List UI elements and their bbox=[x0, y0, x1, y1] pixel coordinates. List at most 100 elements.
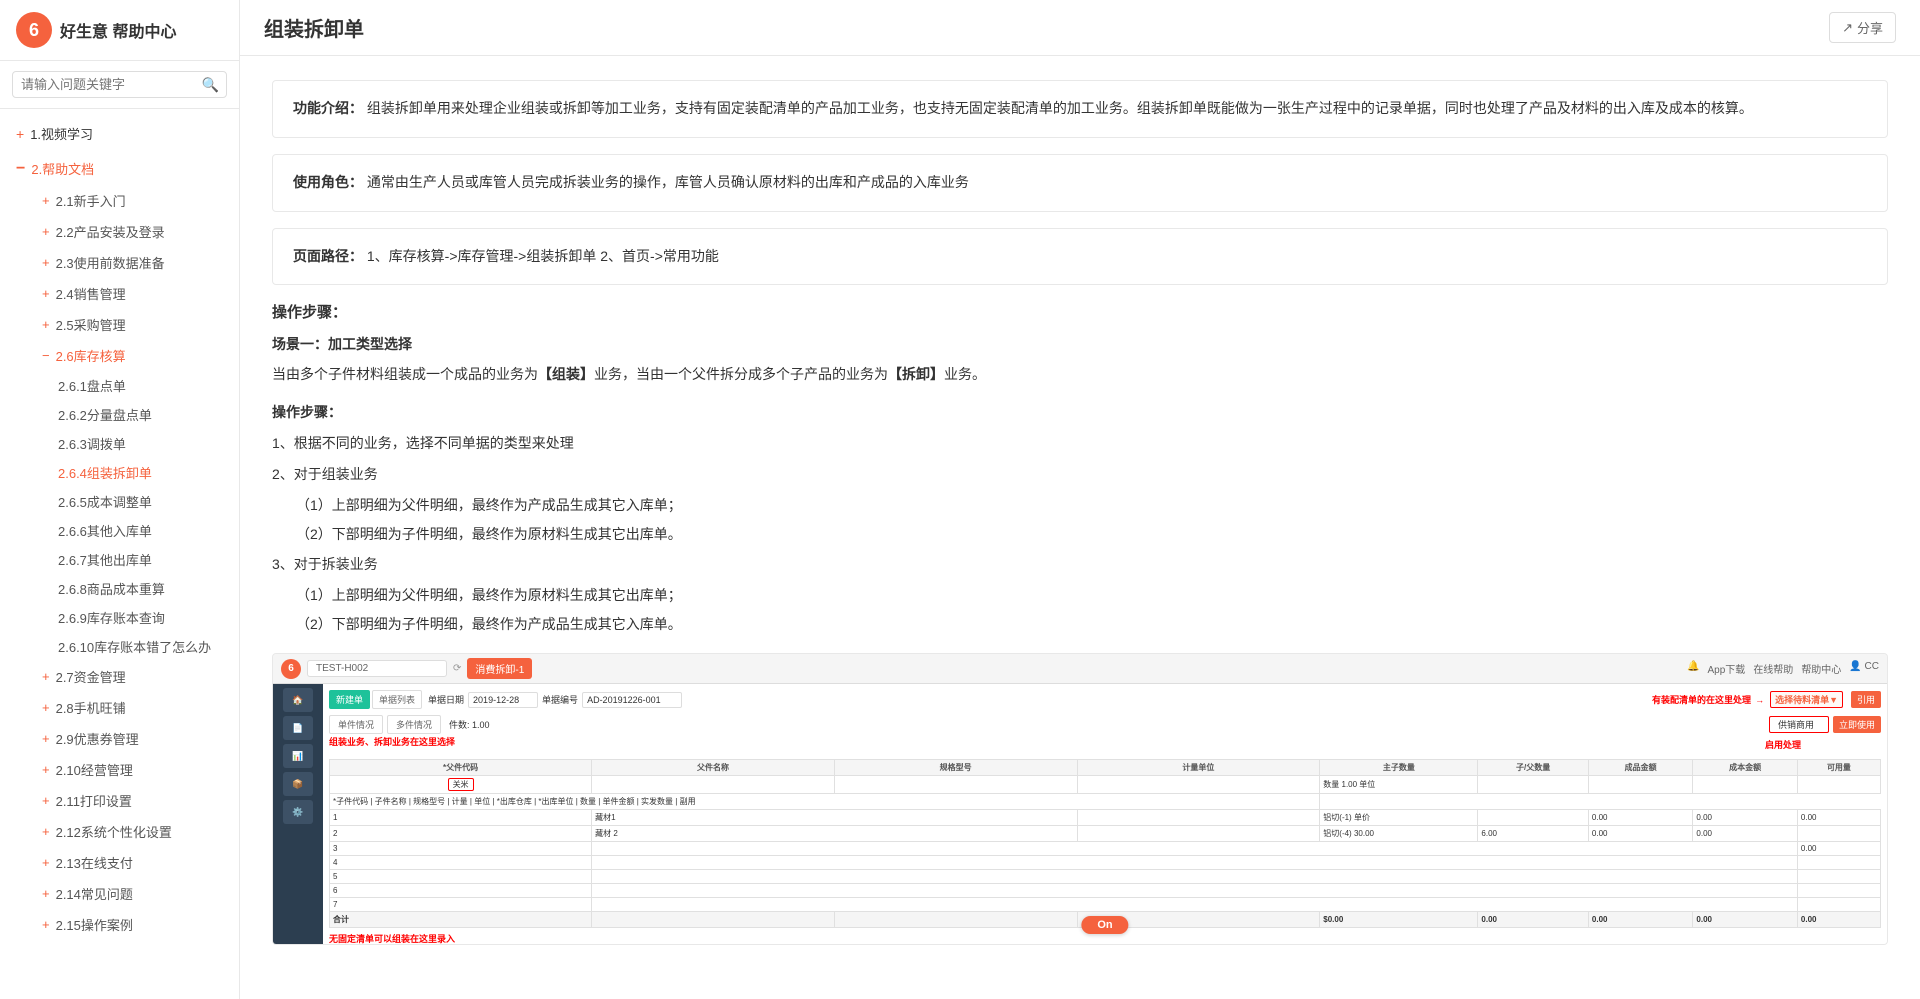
path-text: 1、库存核算->库存管理->组装拆卸单 2、首页->常用功能 bbox=[367, 248, 719, 264]
table-row-4: 2 藏材 2 铝切(-4) 30.00 6.00 0.00 0.00 bbox=[330, 826, 1881, 842]
step3-sub2: （2）下部明细为子件明细，最终作为产成品生成其它入库单。 bbox=[272, 612, 1888, 637]
intro-text: 组装拆卸单用来处理企业组装或拆卸等加工业务，支持有固定装配清单的产品加工业务，也… bbox=[367, 100, 1753, 116]
sidebar-item-print[interactable]: + 2.11打印设置 bbox=[26, 785, 239, 816]
sim-ref-btn[interactable]: 引用 bbox=[1851, 691, 1881, 708]
sidebar-item-cases[interactable]: + 2.15操作案例 bbox=[26, 909, 239, 940]
annotation-3: 启用处理 bbox=[329, 738, 1801, 751]
sim-search-input[interactable]: 供销商用 bbox=[1769, 716, 1829, 733]
td-product-amt bbox=[1588, 776, 1693, 794]
expand-icon: + bbox=[42, 793, 50, 808]
sidebar-item-video[interactable]: + 1.视频学习 bbox=[0, 117, 239, 150]
search-icon[interactable]: 🔍 bbox=[202, 76, 219, 93]
sim-tab-new[interactable]: 新建单 bbox=[329, 690, 370, 709]
sim-search-btn[interactable]: 立即使用 bbox=[1833, 716, 1881, 733]
leaf-ledger-query[interactable]: 2.6.9库存账本查询 bbox=[42, 603, 239, 632]
path-block: 页面路径： 1、库存核算->库存管理->组装拆卸单 2、首页->常用功能 bbox=[272, 228, 1888, 286]
sidebar-item-beginner[interactable]: + 2.1新手入门 bbox=[26, 185, 239, 216]
expand-icon: + bbox=[42, 886, 50, 901]
share-button[interactable]: ↗ 分享 bbox=[1829, 12, 1896, 43]
sim-chart-icon[interactable]: 📊 bbox=[283, 744, 313, 768]
sim-refresh-icon: ⟳ bbox=[453, 663, 461, 674]
sim-home-icon[interactable]: 🏠 bbox=[283, 688, 313, 712]
leaf-ledger-error[interactable]: 2.6.10库存账本错了怎么办 bbox=[42, 632, 239, 661]
tfoot-label: 合计 bbox=[330, 912, 592, 928]
path-label: 页面路径： bbox=[293, 248, 363, 264]
annotation-1: 有装配清单的在这里处理 → bbox=[1652, 693, 1764, 706]
sim-domain: TEST-H002 bbox=[307, 660, 447, 677]
sidebar-item-mobile[interactable]: + 2.8手机旺铺 bbox=[26, 692, 239, 723]
td-name bbox=[592, 776, 835, 794]
expand-icon: + bbox=[42, 855, 50, 870]
intro-block: 功能介绍： 组装拆卸单用来处理企业组装或拆卸等加工业务，支持有固定装配清单的产品… bbox=[272, 80, 1888, 138]
sidebar-item-payment[interactable]: + 2.13在线支付 bbox=[26, 847, 239, 878]
leaf-cost-adjust[interactable]: 2.6.5成本调整单 bbox=[42, 487, 239, 516]
sidebar: 6 好生意 帮助中心 🔍 + 1.视频学习 − 2.帮助文档 + 2 bbox=[0, 0, 240, 999]
leaf-stocktake[interactable]: 2.6.1盘点单 bbox=[42, 371, 239, 400]
sidebar-item-docs[interactable]: − 2.帮助文档 bbox=[0, 152, 239, 185]
leaf-cost-recalc[interactable]: 2.6.8商品成本重算 bbox=[42, 574, 239, 603]
leaf-assembly[interactable]: 2.6.4组装拆卸单 bbox=[42, 458, 239, 487]
sim-amount-label: 件数: 1.00 bbox=[445, 716, 494, 733]
search-input[interactable] bbox=[12, 71, 227, 98]
sidebar-item-sales[interactable]: + 2.4销售管理 bbox=[26, 278, 239, 309]
sim-code-label: 单据编号 bbox=[542, 693, 578, 706]
sidebar-item-dataprep[interactable]: + 2.3使用前数据准备 bbox=[26, 247, 239, 278]
step3: 3、对于拆装业务 bbox=[272, 552, 1888, 577]
th-5: 主子数量 bbox=[1320, 760, 1478, 776]
sim-code-input[interactable]: AD-20191226-001 bbox=[582, 692, 682, 708]
sim-avatar: 👤 CC bbox=[1849, 661, 1879, 676]
th-6: 子/父数量 bbox=[1478, 760, 1588, 776]
leaf-partial-stocktake[interactable]: 2.6.2分量盘点单 bbox=[42, 400, 239, 429]
sidebar-item-coupon[interactable]: + 2.9优惠券管理 bbox=[26, 723, 239, 754]
expand-icon: + bbox=[42, 700, 50, 715]
annotation-2: 组装业务、拆卸业务在这里选择 bbox=[329, 735, 455, 748]
role-label: 使用角色： bbox=[293, 174, 363, 190]
expand-icon: + bbox=[42, 193, 50, 208]
expand-icon: + bbox=[42, 824, 50, 839]
sim-subtab-b[interactable]: 多件情况 bbox=[387, 715, 441, 734]
sidebar-item-ops[interactable]: + 2.10经营管理 bbox=[26, 754, 239, 785]
sim-tab-list[interactable]: 单据列表 bbox=[372, 690, 422, 709]
sim-date-input[interactable]: 2019-12-28 bbox=[468, 692, 538, 708]
sidebar-item-inventory[interactable]: − 2.6库存核算 bbox=[26, 340, 239, 371]
td-ratio bbox=[1478, 776, 1588, 794]
sidebar-item-faq[interactable]: + 2.14常见问题 bbox=[26, 878, 239, 909]
collapse-icon: − bbox=[16, 160, 25, 178]
expand-icon: + bbox=[42, 731, 50, 746]
step1: 1、根据不同的业务，选择不同单据的类型来处理 bbox=[272, 431, 1888, 456]
sidebar-item-settings[interactable]: + 2.12系统个性化设置 bbox=[26, 816, 239, 847]
sim-helpcenter-label: 帮助中心 bbox=[1801, 661, 1841, 676]
sidebar-item-purchase[interactable]: + 2.5采购管理 bbox=[26, 309, 239, 340]
leaf-other-outbound[interactable]: 2.6.7其他出库单 bbox=[42, 545, 239, 574]
td-code: 关米 bbox=[330, 776, 592, 794]
sidebar-nav: + 1.视频学习 − 2.帮助文档 + 2.1新手入门 + 2.2产品安装及登录 bbox=[0, 109, 239, 999]
sim-box-icon[interactable]: 📦 bbox=[283, 772, 313, 796]
expand-icon: + bbox=[42, 255, 50, 270]
intro-label: 功能介绍： bbox=[293, 100, 363, 116]
expand-icon: + bbox=[42, 917, 50, 932]
sidebar-header: 6 好生意 帮助中心 bbox=[0, 0, 239, 61]
expand-icon: + bbox=[42, 224, 50, 239]
sim-date-label: 单据日期 bbox=[428, 693, 464, 706]
expand-icon: + bbox=[42, 762, 50, 777]
toggle-on[interactable]: On bbox=[1081, 916, 1128, 934]
expand-icon: + bbox=[42, 317, 50, 332]
th-1: *父件代码 bbox=[330, 760, 592, 776]
sim-logo: 6 bbox=[281, 659, 301, 679]
search-box: 🔍 bbox=[0, 61, 239, 109]
nav-leaf-inventory: 2.6.1盘点单 2.6.2分量盘点单 2.6.3调拨单 2.6.4组装拆卸单 … bbox=[26, 371, 239, 661]
sim-select-btn[interactable]: 选择待料清单▼ bbox=[1770, 691, 1843, 708]
sim-doc-icon[interactable]: 📄 bbox=[283, 716, 313, 740]
sim-gear-icon[interactable]: ⚙️ bbox=[283, 800, 313, 824]
sim-subtab-a[interactable]: 单件情况 bbox=[329, 715, 383, 734]
th-8: 成本金额 bbox=[1693, 760, 1798, 776]
main-header: 组装拆卸单 ↗ 分享 bbox=[240, 0, 1920, 56]
sidebar-item-capital[interactable]: + 2.7资金管理 bbox=[26, 661, 239, 692]
sidebar-item-install[interactable]: + 2.2产品安装及登录 bbox=[26, 216, 239, 247]
sim-orange-btn[interactable]: 消費拆卸-1 bbox=[467, 658, 532, 679]
table-row-5: 3 0.00 bbox=[330, 842, 1881, 856]
leaf-transfer[interactable]: 2.6.3调拨单 bbox=[42, 429, 239, 458]
table-row: 关米 数量 1.00 单位 bbox=[330, 776, 1881, 794]
leaf-other-inbound[interactable]: 2.6.6其他入库单 bbox=[42, 516, 239, 545]
th-7: 成品金额 bbox=[1588, 760, 1693, 776]
